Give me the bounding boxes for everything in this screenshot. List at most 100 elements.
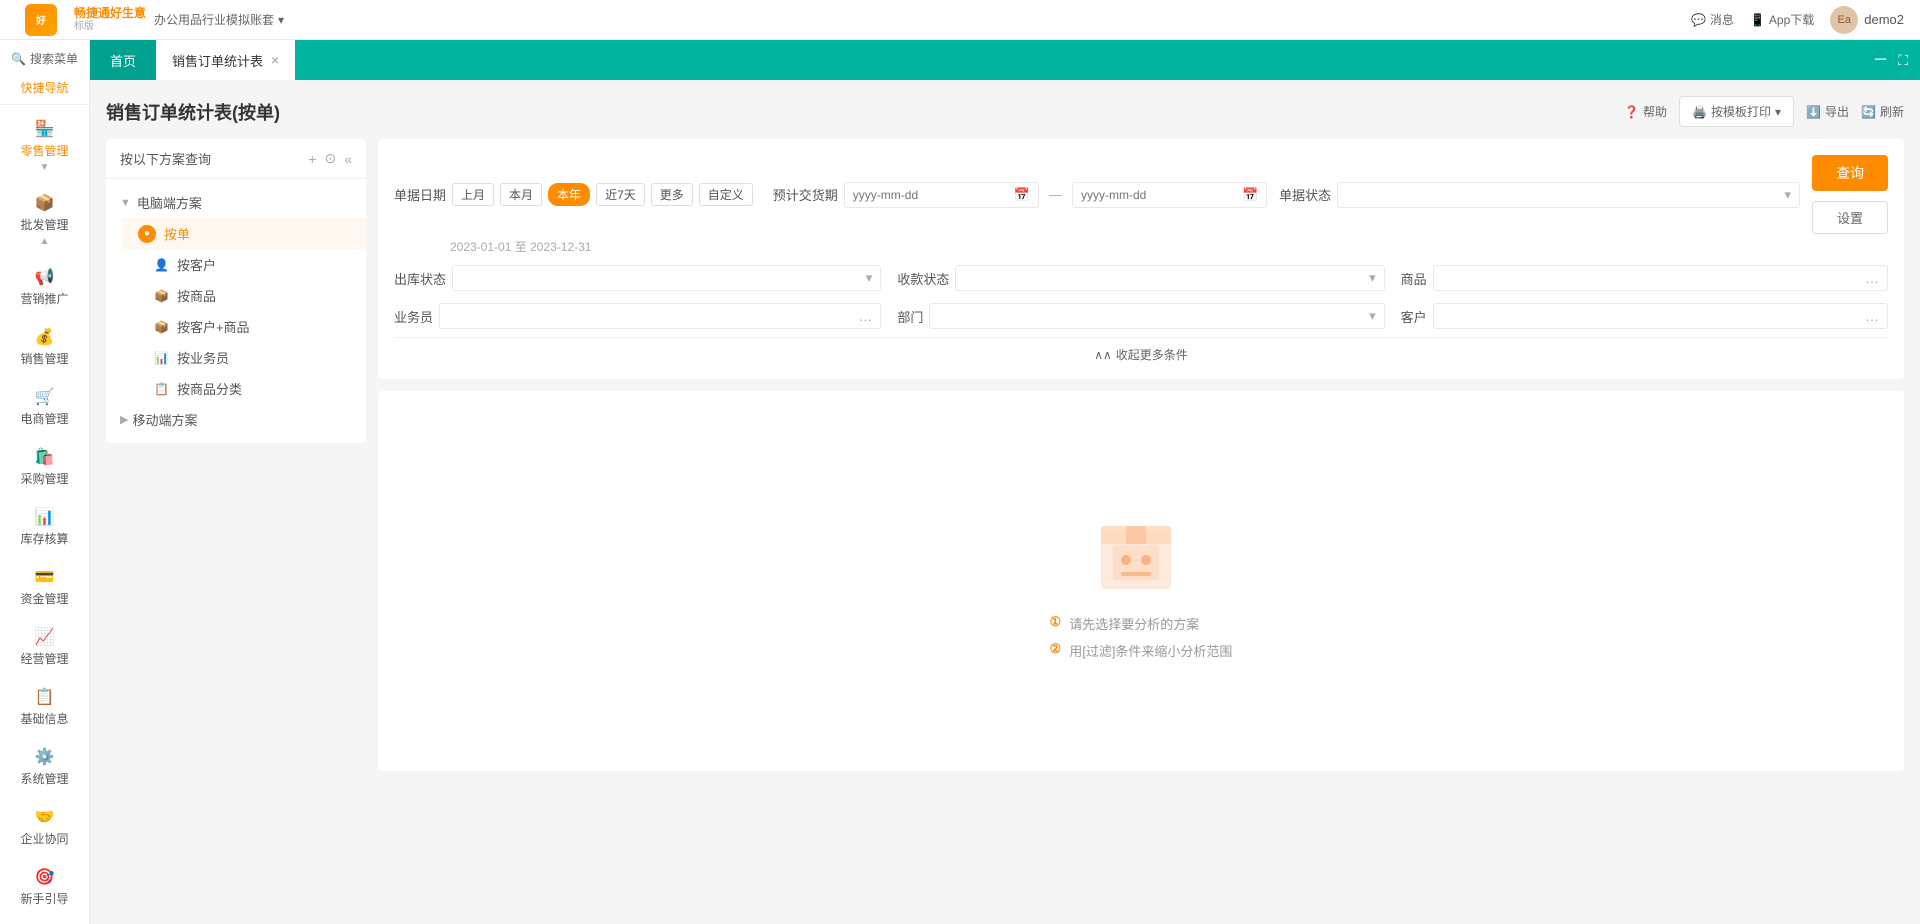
topbar-right: 💬 消息 📱 App下载 Ea demo2	[1691, 6, 1904, 34]
scheme-item-by-salesperson[interactable]: 📊 按业务员	[122, 342, 366, 373]
marketing-icon: 📢	[35, 267, 55, 287]
product-more-icon[interactable]: …	[1865, 270, 1879, 286]
system-label: 系统管理	[20, 770, 68, 787]
empty-hint-2: ② 用[过滤]条件来缩小分析范围	[1050, 641, 1233, 660]
tab-home[interactable]: 首页	[90, 40, 156, 80]
message-label: 消息	[1710, 11, 1734, 28]
this-year-btn[interactable]: 本年	[548, 183, 590, 206]
product-field[interactable]	[1442, 271, 1865, 285]
company-name: 办公用品行业模拟账套	[154, 11, 274, 28]
content-empty-state: ① 请先选择要分析的方案 ② 用[过滤]条件来缩小分析范围	[378, 391, 1904, 771]
avatar: Ea	[1830, 6, 1858, 34]
scheme-item-by-customer-product[interactable]: 📦 按客户+商品	[122, 311, 366, 342]
tab-close-icon[interactable]: ×	[271, 52, 279, 68]
sidebar-item-purchase[interactable]: 🛍️ 采购管理	[0, 437, 89, 497]
settings-button[interactable]: 设置	[1812, 201, 1888, 234]
expected-date-to-input[interactable]: 📅	[1072, 182, 1267, 208]
pc-expand-icon: ▼	[120, 197, 131, 209]
newbie-label: 新手引导	[20, 890, 68, 907]
sidebar-item-cooperation[interactable]: 🤝 企业协同	[0, 797, 89, 857]
date-to-display: 2023-12-31	[530, 240, 591, 254]
ship-status-select[interactable]: ▾	[452, 265, 881, 291]
customer-more-icon[interactable]: …	[1865, 308, 1879, 324]
cal-icon-to: 📅	[1242, 187, 1258, 203]
product-icon: 📦	[154, 289, 169, 303]
left-panel-actions: + ⊙ «	[308, 150, 352, 167]
company-selector[interactable]: 办公用品行业模拟账套 ▾	[154, 11, 284, 28]
query-button[interactable]: 查询	[1812, 155, 1888, 191]
inventory-icon: 📊	[35, 507, 55, 527]
salesperson-input[interactable]: …	[439, 303, 881, 329]
sidebar-shortcut-nav[interactable]: 快捷导航	[0, 73, 89, 105]
sidebar-item-system[interactable]: ⚙️ 系统管理	[0, 737, 89, 797]
collapse-button[interactable]: ∧∧ 收起更多条件	[1094, 346, 1188, 363]
collapse-label: 收起更多条件	[1116, 346, 1188, 363]
topbar: 好 畅捷通好生意 标版 办公用品行业模拟账套 ▾ 💬 消息 📱 App下载 Ea…	[0, 0, 1920, 40]
last-month-btn[interactable]: 上月	[452, 183, 494, 206]
ship-status-group: 出库状态 ▾	[394, 265, 881, 291]
more-date-btn[interactable]: 更多	[651, 183, 693, 206]
sidebar-item-wholesale[interactable]: 📦 批发管理 ▲	[0, 183, 89, 257]
scheme-label-by-order: 按单	[164, 224, 190, 243]
sidebar-item-marketing[interactable]: 📢 营销推广	[0, 257, 89, 317]
sidebar-item-ecommerce[interactable]: 🛒 电商管理	[0, 377, 89, 437]
help-button[interactable]: ❓ 帮助	[1624, 103, 1667, 120]
collapse-panel-button[interactable]: «	[344, 151, 352, 167]
logo-box: 好	[16, 2, 66, 38]
last7-btn[interactable]: 近7天	[596, 183, 645, 206]
sidebar-item-operation[interactable]: 📈 经营管理	[0, 617, 89, 677]
refresh-button[interactable]: 🔄 刷新	[1861, 103, 1904, 120]
custom-date-btn[interactable]: 自定义	[699, 183, 753, 206]
sidebar-item-finance[interactable]: 💳 资金管理	[0, 557, 89, 617]
add-scheme-button[interactable]: +	[308, 151, 316, 167]
expected-from-field[interactable]	[853, 188, 1008, 202]
print-button[interactable]: 🖨️ 按模板打印 ▾	[1679, 96, 1794, 127]
date-dash: —	[1045, 187, 1066, 202]
scheme-item-by-product[interactable]: 📦 按商品	[122, 280, 366, 311]
scheme-item-by-customer[interactable]: 👤 按客户	[122, 249, 366, 280]
department-group: 部门 ▾	[897, 303, 1384, 329]
empty-hint-1: ① 请先选择要分析的方案	[1050, 614, 1233, 633]
app-download-button[interactable]: 📱 App下载	[1750, 11, 1814, 28]
salesperson-field[interactable]	[448, 309, 858, 323]
message-button[interactable]: 💬 消息	[1691, 11, 1734, 28]
sidebar-item-sales[interactable]: 💰 销售管理	[0, 317, 89, 377]
brand-subtitle: 标版	[74, 21, 146, 33]
expected-date-from-input[interactable]: 📅	[844, 182, 1039, 208]
system-icon: ⚙️	[35, 747, 55, 767]
finance-icon: 💳	[35, 567, 55, 587]
empty-hints: ① 请先选择要分析的方案 ② 用[过滤]条件来缩小分析范围	[1050, 614, 1233, 668]
customer-input[interactable]: …	[1433, 303, 1888, 329]
sidebar-item-apps[interactable]: 📱 应用中心	[0, 917, 89, 924]
bill-status-select[interactable]: ▾	[1337, 182, 1800, 208]
customer-icon: 👤	[154, 258, 169, 272]
department-select[interactable]: ▾	[929, 303, 1384, 329]
payment-status-select[interactable]: ▾	[955, 265, 1384, 291]
expected-to-field[interactable]	[1081, 188, 1236, 202]
minimize-button[interactable]: ─	[1875, 51, 1886, 69]
product-input[interactable]: …	[1433, 265, 1888, 291]
export-button[interactable]: ⬇️ 导出	[1806, 103, 1849, 120]
customer-field[interactable]	[1442, 309, 1865, 323]
empty-state-container: ① 请先选择要分析的方案 ② 用[过滤]条件来缩小分析范围	[1010, 454, 1273, 708]
scheme-item-by-order[interactable]: ● 按单	[122, 218, 366, 249]
wholesale-arrow: ▲	[40, 236, 50, 247]
sidebar-item-inventory[interactable]: 📊 库存核算	[0, 497, 89, 557]
sidebar-item-retail[interactable]: 🏪 零售管理 ▼	[0, 109, 89, 183]
settings-scheme-button[interactable]: ⊙	[324, 150, 336, 167]
this-month-btn[interactable]: 本月	[500, 183, 542, 206]
salesperson-more-icon[interactable]: …	[858, 308, 872, 324]
sidebar-item-base[interactable]: 📋 基础信息	[0, 677, 89, 737]
scheme-item-by-product-category[interactable]: 📋 按商品分类	[122, 373, 366, 404]
maximize-button[interactable]: ⛶	[1898, 52, 1908, 69]
user-profile[interactable]: Ea demo2	[1830, 6, 1904, 34]
bill-status-arrow: ▾	[1784, 187, 1791, 203]
tab-window-controls: ─ ⛶	[1863, 40, 1920, 80]
retail-icon: 🏪	[35, 119, 55, 139]
mobile-section-header[interactable]: ▶ 移动端方案	[106, 404, 366, 435]
tab-active-sales[interactable]: 销售订单统计表 ×	[156, 40, 295, 80]
retail-arrow: ▼	[40, 162, 50, 173]
search-menu-button[interactable]: 🔍 搜索菜单	[8, 50, 81, 67]
sidebar-item-newbie[interactable]: 🎯 新手引导	[0, 857, 89, 917]
active-tab-label: 销售订单统计表	[172, 51, 263, 70]
